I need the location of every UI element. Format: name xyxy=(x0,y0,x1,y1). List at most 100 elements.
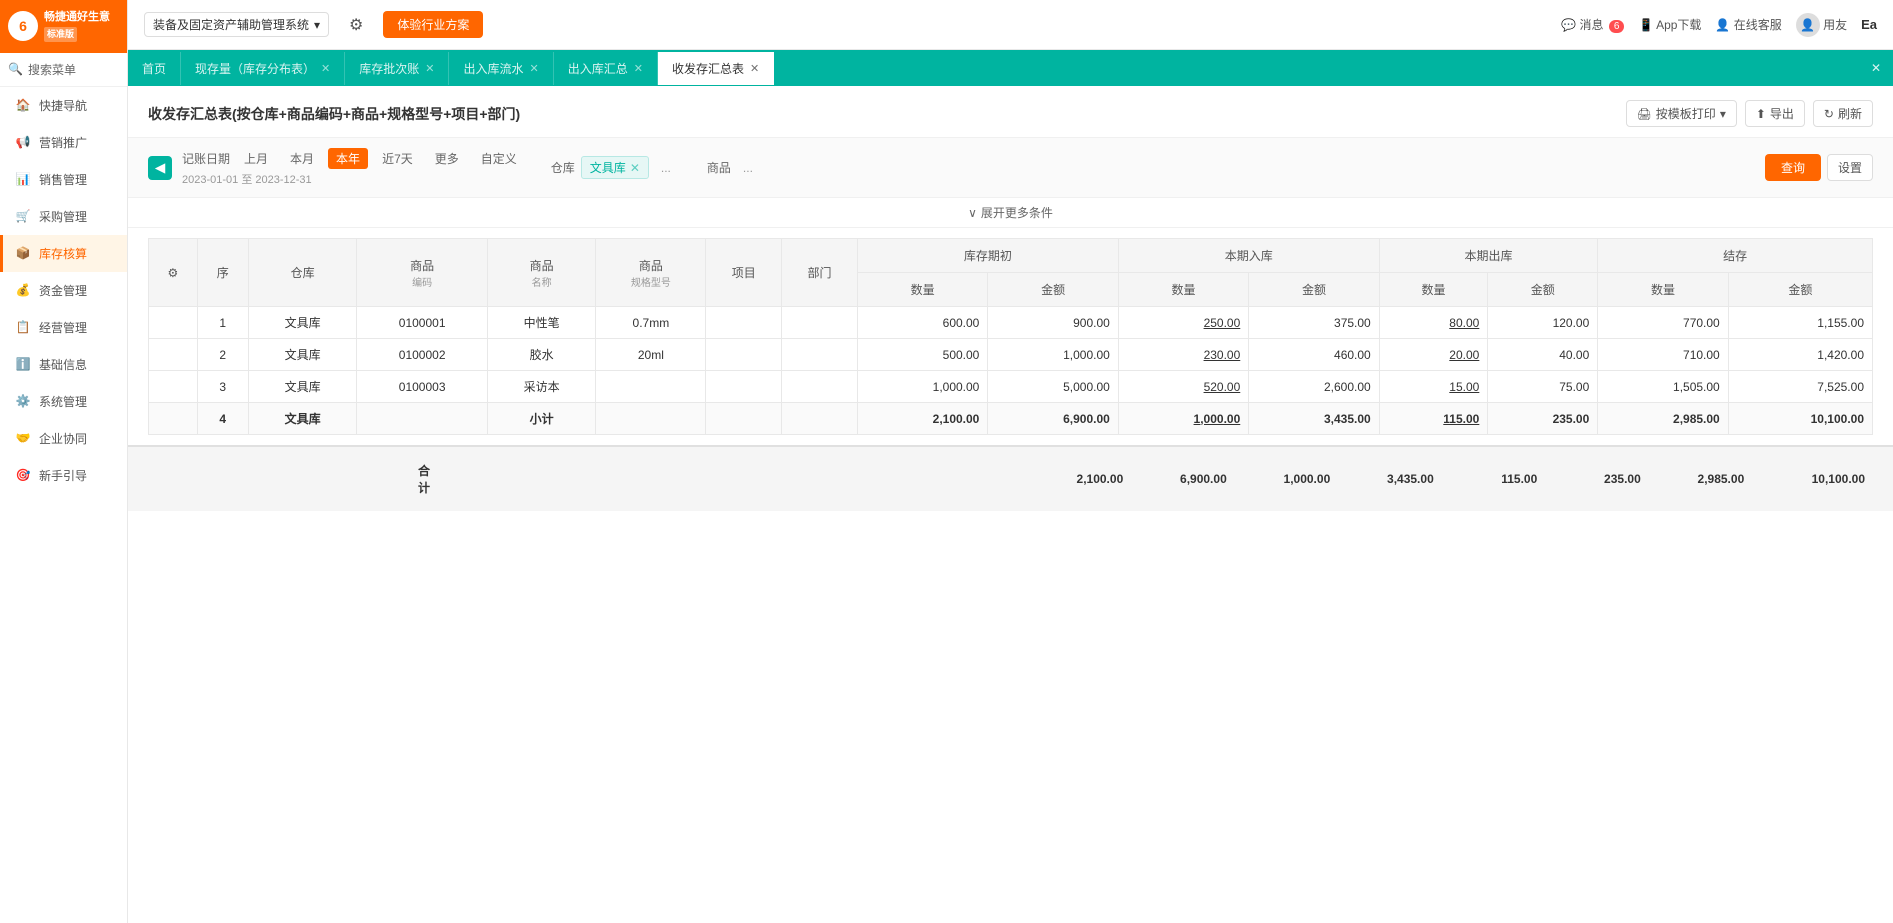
date-btn-7days[interactable]: 近7天 xyxy=(374,148,421,169)
refresh-button[interactable]: ↻ 刷新 xyxy=(1813,100,1873,127)
query-button[interactable]: 查询 xyxy=(1765,154,1821,181)
col-in-qty: 数量 xyxy=(1118,273,1248,307)
date-btn-custom[interactable]: 自定义 xyxy=(473,148,525,169)
tab-batch-ledger[interactable]: 库存批次账 ✕ xyxy=(345,52,449,85)
table-cell[interactable]: 520.00 xyxy=(1118,371,1248,403)
col-group-in: 本期入库 xyxy=(1118,239,1379,273)
warehouse-filter-label: 仓库 xyxy=(551,159,575,176)
online-service-action[interactable]: 👤 在线客服 xyxy=(1715,16,1781,33)
table-cell xyxy=(149,403,198,435)
col-goods-spec: 商品规格型号 xyxy=(596,239,706,307)
export-button[interactable]: ⬆ 导出 xyxy=(1745,100,1805,127)
message-action[interactable]: 💬 消息 6 xyxy=(1561,16,1624,33)
footer-opening-qty: 2,100.00 xyxy=(1028,455,1132,503)
table-cell: 500.00 xyxy=(857,339,987,371)
date-btn-this-month[interactable]: 本月 xyxy=(282,148,322,169)
operations-icon: 📋 xyxy=(15,319,31,335)
message-badge: 6 xyxy=(1609,20,1625,33)
topbar: 装备及固定资产辅助管理系统 ▾ ⚙ 体验行业方案 💬 消息 6 📱 App下载 … xyxy=(128,0,1893,50)
date-btn-this-year[interactable]: 本年 xyxy=(328,148,368,169)
date-btn-last-month[interactable]: 上月 xyxy=(236,148,276,169)
col-group-out: 本期出库 xyxy=(1379,239,1598,273)
sidebar: 6 畅捷通好生意 标准版 🔍 搜索菜单 🏠 快捷导航 📢 营销推广 📊 销售管理… xyxy=(0,0,128,923)
page-header: 收发存汇总表(按仓库+商品编码+商品+规格型号+项目+部门) 🖨 按模板打印 ▾… xyxy=(128,86,1893,138)
table-cell: 10,100.00 xyxy=(1728,403,1872,435)
table-cell[interactable]: 80.00 xyxy=(1379,307,1488,339)
tabs-close-all[interactable]: ✕ xyxy=(1859,53,1893,83)
basic-info-icon: ℹ️ xyxy=(15,356,31,372)
sidebar-item-quicknav[interactable]: 🏠 快捷导航 xyxy=(0,87,127,124)
sidebar-item-label: 经营管理 xyxy=(39,319,87,336)
search-menu[interactable]: 🔍 搜索菜单 xyxy=(0,53,127,87)
warehouse-tag-close[interactable]: ✕ xyxy=(630,161,640,175)
refresh-icon: ↻ xyxy=(1824,107,1834,121)
footer-balance-amt: 10,100.00 xyxy=(1752,455,1873,503)
table-cell: 75.00 xyxy=(1488,371,1598,403)
sidebar-item-finance[interactable]: 💰 资金管理 xyxy=(0,272,127,309)
table-cell[interactable]: 250.00 xyxy=(1118,307,1248,339)
sidebar-item-label: 营销推广 xyxy=(39,134,87,151)
table-cell: 710.00 xyxy=(1598,339,1728,371)
sidebar-item-operations[interactable]: 📋 经营管理 xyxy=(0,309,127,346)
tab-close-icon[interactable]: ✕ xyxy=(634,62,643,75)
sidebar-item-label: 基础信息 xyxy=(39,356,87,373)
col-group-opening: 库存期初 xyxy=(857,239,1118,273)
sidebar-item-guide[interactable]: 🎯 新手引导 xyxy=(0,457,127,494)
main-area: 装备及固定资产辅助管理系统 ▾ ⚙ 体验行业方案 💬 消息 6 📱 App下载 … xyxy=(128,0,1893,923)
settings-small-button[interactable]: 设置 xyxy=(1827,154,1873,181)
user-action[interactable]: 👤 用友 xyxy=(1796,13,1847,37)
sidebar-item-basic-info[interactable]: ℹ️ 基础信息 xyxy=(0,346,127,383)
table-cell[interactable]: 230.00 xyxy=(1118,339,1248,371)
date-btn-more[interactable]: 更多 xyxy=(427,148,467,169)
tab-close-icon[interactable]: ✕ xyxy=(530,62,539,75)
experience-btn[interactable]: 体验行业方案 xyxy=(383,11,483,38)
table-cell xyxy=(706,339,782,371)
table-cell[interactable]: 115.00 xyxy=(1379,403,1488,435)
col-opening-qty: 数量 xyxy=(857,273,987,307)
filter-toggle-button[interactable]: ◀ xyxy=(148,156,172,180)
table-cell[interactable]: 15.00 xyxy=(1379,371,1488,403)
warehouse-more-btn[interactable]: ... xyxy=(655,159,677,177)
expand-conditions-bar[interactable]: ∨ 展开更多条件 xyxy=(128,198,1893,228)
table-cell: 0100002 xyxy=(357,339,487,371)
sidebar-item-purchase[interactable]: 🛒 采购管理 xyxy=(0,198,127,235)
tab-inout-summary[interactable]: 出入库汇总 ✕ xyxy=(554,52,658,85)
table-footer: 合计 2,100.00 6,900.00 1,000.00 3,435.00 1… xyxy=(128,445,1893,511)
sidebar-item-label: 销售管理 xyxy=(39,171,87,188)
goods-more-btn[interactable]: ... xyxy=(737,159,759,177)
print-icon: 🖨 xyxy=(1637,107,1652,121)
tab-close-icon[interactable]: ✕ xyxy=(425,62,434,75)
col-group-balance: 结存 xyxy=(1598,239,1873,273)
table-cell: 20ml xyxy=(596,339,706,371)
table-cell: 小计 xyxy=(487,403,596,435)
print-button[interactable]: 🖨 按模板打印 ▾ xyxy=(1626,100,1737,127)
sidebar-item-marketing[interactable]: 📢 营销推广 xyxy=(0,124,127,161)
tab-home[interactable]: 首页 xyxy=(128,52,181,85)
tab-close-icon[interactable]: ✕ xyxy=(321,62,330,75)
app-name: 畅捷通好生意 xyxy=(44,10,110,25)
table-cell[interactable]: 20.00 xyxy=(1379,339,1488,371)
collab-icon: 🤝 xyxy=(15,430,31,446)
tab-close-icon[interactable]: ✕ xyxy=(750,62,759,75)
table-cell: 120.00 xyxy=(1488,307,1598,339)
sidebar-item-collaboration[interactable]: 🤝 企业协同 xyxy=(0,420,127,457)
sidebar-item-inventory[interactable]: 📦 库存核算 xyxy=(0,235,127,272)
table-cell xyxy=(706,307,782,339)
col-settings[interactable]: ⚙ xyxy=(149,239,198,307)
table-cell: 胶水 xyxy=(487,339,596,371)
system-selector[interactable]: 装备及固定资产辅助管理系统 ▾ xyxy=(144,12,329,37)
tab-receipt-summary[interactable]: 收发存汇总表 ✕ xyxy=(658,52,774,85)
table-cell[interactable]: 1,000.00 xyxy=(1118,403,1248,435)
table-cell: 2,985.00 xyxy=(1598,403,1728,435)
col-in-amt: 金额 xyxy=(1249,273,1379,307)
app-download-action[interactable]: 📱 App下载 xyxy=(1638,16,1701,33)
table-settings-icon[interactable]: ⚙ xyxy=(167,266,178,280)
table-container: ⚙ 序 仓库 商品编码 商品名称 商品规格型号 项目 部门 库存期初 本期入库 … xyxy=(128,228,1893,445)
tab-inventory-dist[interactable]: 现存量（库存分布表） ✕ xyxy=(181,52,345,85)
sidebar-item-sales[interactable]: 📊 销售管理 xyxy=(0,161,127,198)
sidebar-item-system[interactable]: ⚙️ 系统管理 xyxy=(0,383,127,420)
tab-inout-flow[interactable]: 出入库流水 ✕ xyxy=(449,52,553,85)
tab-bar: 首页 现存量（库存分布表） ✕ 库存批次账 ✕ 出入库流水 ✕ 出入库汇总 ✕ … xyxy=(128,50,1893,86)
table-cell: 3,435.00 xyxy=(1249,403,1379,435)
settings-button[interactable]: ⚙ xyxy=(339,11,373,39)
